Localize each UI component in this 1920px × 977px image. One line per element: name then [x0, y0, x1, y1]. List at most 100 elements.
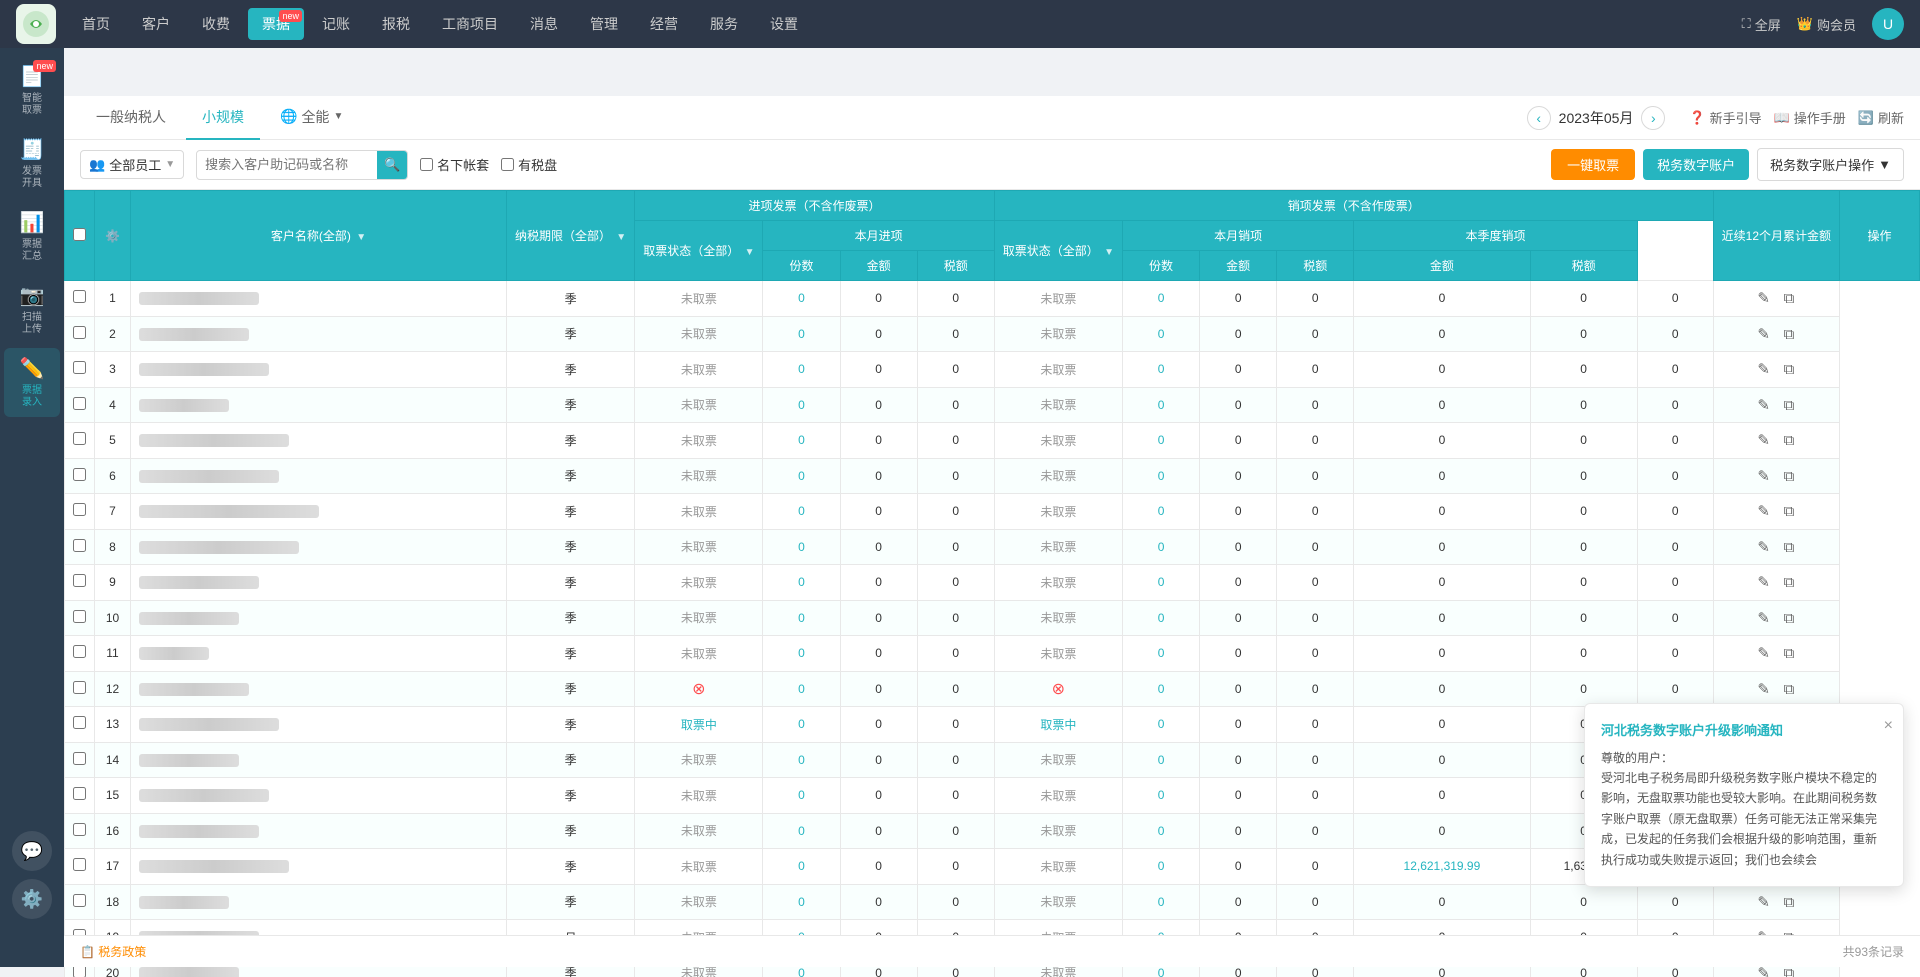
th-client-filter-icon[interactable]: ▼	[356, 232, 366, 243]
row-checkbox[interactable]	[73, 787, 86, 800]
select-all-checkbox[interactable]	[73, 228, 86, 241]
nav-item-tax[interactable]: 报税	[368, 8, 424, 40]
row-out-tax-cell: 0	[1277, 529, 1354, 565]
th-in-status-filter[interactable]: ▼	[745, 247, 755, 258]
nav-item-fee[interactable]: 收费	[188, 8, 244, 40]
copy-icon[interactable]: ⧉	[1778, 288, 1800, 310]
row-checkbox[interactable]	[73, 574, 86, 587]
nav-item-manage[interactable]: 管理	[576, 8, 632, 40]
sidebar-item-enter[interactable]: ✏️ 票据录入	[4, 348, 60, 417]
settings-icon-button[interactable]: ⚙️	[12, 879, 52, 919]
nav-item-settings[interactable]: 设置	[756, 8, 812, 40]
row-checkbox[interactable]	[73, 361, 86, 374]
tax-digital-account-button[interactable]: 税务数字账户	[1643, 149, 1749, 180]
client-name-blurred	[139, 363, 269, 376]
checkbox-account-input[interactable]	[420, 158, 433, 171]
copy-icon[interactable]: ⧉	[1778, 891, 1800, 913]
row-checkbox[interactable]	[73, 645, 86, 658]
edit-icon[interactable]: ✎	[1753, 571, 1775, 593]
copy-icon[interactable]: ⧉	[1778, 607, 1800, 629]
nav-item-business[interactable]: 工商项目	[428, 8, 512, 40]
tab-all[interactable]: 🌐 全能 ▼	[264, 96, 359, 140]
row-in-count-cell: 0	[763, 281, 840, 317]
one-click-ticket-button[interactable]: 一键取票	[1551, 149, 1635, 180]
row-out-amount-cell: 0	[1200, 636, 1277, 672]
tab-general-taxpayer[interactable]: 一般纳税人	[80, 96, 182, 140]
row-in-status-cell: 未取票	[635, 494, 763, 530]
checkbox-taxdisk-input[interactable]	[501, 158, 514, 171]
row-checkbox[interactable]	[73, 290, 86, 303]
copy-icon[interactable]: ⧉	[1778, 501, 1800, 523]
checkbox-taxdisk[interactable]: 有税盘	[501, 155, 557, 174]
edit-icon[interactable]: ✎	[1753, 323, 1775, 345]
notification-close-button[interactable]: ×	[1884, 712, 1893, 739]
copy-icon[interactable]: ⧉	[1778, 323, 1800, 345]
edit-icon[interactable]: ✎	[1753, 287, 1775, 309]
sidebar-item-open-invoice[interactable]: 🧾 发票开具	[4, 129, 60, 198]
edit-icon[interactable]: ✎	[1753, 536, 1775, 558]
edit-icon[interactable]: ✎	[1753, 358, 1775, 380]
row-checkbox[interactable]	[73, 397, 86, 410]
user-avatar[interactable]: U	[1872, 8, 1904, 40]
guide-button[interactable]: ❓ 新手引导	[1689, 108, 1761, 127]
sidebar-item-smart-ticket[interactable]: 📄 智能取票 new	[4, 56, 60, 125]
employee-select[interactable]: 👥 全部员工 ▼	[80, 150, 184, 179]
copy-icon[interactable]: ⧉	[1778, 643, 1800, 665]
nav-item-service[interactable]: 服务	[696, 8, 752, 40]
edit-icon[interactable]: ✎	[1753, 429, 1775, 451]
copy-icon[interactable]: ⧉	[1778, 465, 1800, 487]
copy-icon[interactable]: ⧉	[1778, 678, 1800, 700]
row-checkbox[interactable]	[73, 752, 86, 765]
period-prev-button[interactable]: ‹	[1527, 106, 1551, 130]
copy-icon[interactable]: ⧉	[1778, 359, 1800, 381]
row-checkbox[interactable]	[73, 823, 86, 836]
sidebar-item-summary[interactable]: 📊 票据汇总	[4, 202, 60, 271]
row-checkbox[interactable]	[73, 539, 86, 552]
edit-icon[interactable]: ✎	[1753, 465, 1775, 487]
search-button[interactable]: 🔍	[377, 151, 407, 179]
nav-item-bookkeeping[interactable]: 记账	[308, 8, 364, 40]
row-checkbox[interactable]	[73, 468, 86, 481]
tax-policy-link[interactable]: 📋 税务政策	[80, 943, 146, 960]
tax-digital-account-ops-button[interactable]: 税务数字账户操作 ▼	[1757, 148, 1904, 181]
copy-icon[interactable]: ⧉	[1778, 394, 1800, 416]
nav-item-ticket[interactable]: 票据 new	[248, 8, 304, 40]
manual-button[interactable]: 📖 操作手册	[1774, 108, 1846, 127]
tab-small-scale[interactable]: 小规模	[186, 96, 260, 140]
period-next-button[interactable]: ›	[1641, 106, 1665, 130]
row-checkbox[interactable]	[73, 610, 86, 623]
edit-icon[interactable]: ✎	[1753, 607, 1775, 629]
status-unget: 未取票	[1040, 753, 1076, 767]
vip-button[interactable]: 👑 购会员	[1797, 15, 1856, 34]
edit-icon[interactable]: ✎	[1753, 500, 1775, 522]
row-client-name-cell	[131, 742, 507, 778]
row-checkbox[interactable]	[73, 503, 86, 516]
row-checkbox[interactable]	[73, 858, 86, 871]
fullscreen-button[interactable]: ⛶ 全屏	[1742, 15, 1781, 34]
checkbox-account[interactable]: 名下帐套	[420, 155, 489, 174]
row-checkbox[interactable]	[73, 894, 86, 907]
settings-icon[interactable]: ⚙️	[105, 229, 120, 243]
copy-icon[interactable]: ⧉	[1778, 536, 1800, 558]
chat-icon-button[interactable]: 💬	[12, 831, 52, 871]
nav-item-operation[interactable]: 经营	[636, 8, 692, 40]
edit-icon[interactable]: ✎	[1753, 642, 1775, 664]
refresh-button[interactable]: 🔄 刷新	[1858, 108, 1904, 127]
edit-icon[interactable]: ✎	[1753, 891, 1775, 913]
nav-item-message[interactable]: 消息	[516, 8, 572, 40]
nav-item-client[interactable]: 客户	[128, 8, 184, 40]
edit-icon[interactable]: ✎	[1753, 678, 1775, 700]
th-period-filter-icon[interactable]: ▼	[616, 232, 626, 243]
copy-icon[interactable]: ⧉	[1778, 430, 1800, 452]
row-checkbox[interactable]	[73, 716, 86, 729]
nav-item-home[interactable]: 首页	[68, 8, 124, 40]
row-checkbox[interactable]	[73, 681, 86, 694]
search-input[interactable]	[197, 153, 377, 176]
row-ret-tax-cell: 0	[1530, 352, 1637, 388]
copy-icon[interactable]: ⧉	[1778, 572, 1800, 594]
th-out-status-filter[interactable]: ▼	[1104, 247, 1114, 258]
row-checkbox[interactable]	[73, 326, 86, 339]
sidebar-item-scan[interactable]: 📷 扫描上传	[4, 275, 60, 344]
edit-icon[interactable]: ✎	[1753, 394, 1775, 416]
row-checkbox[interactable]	[73, 432, 86, 445]
